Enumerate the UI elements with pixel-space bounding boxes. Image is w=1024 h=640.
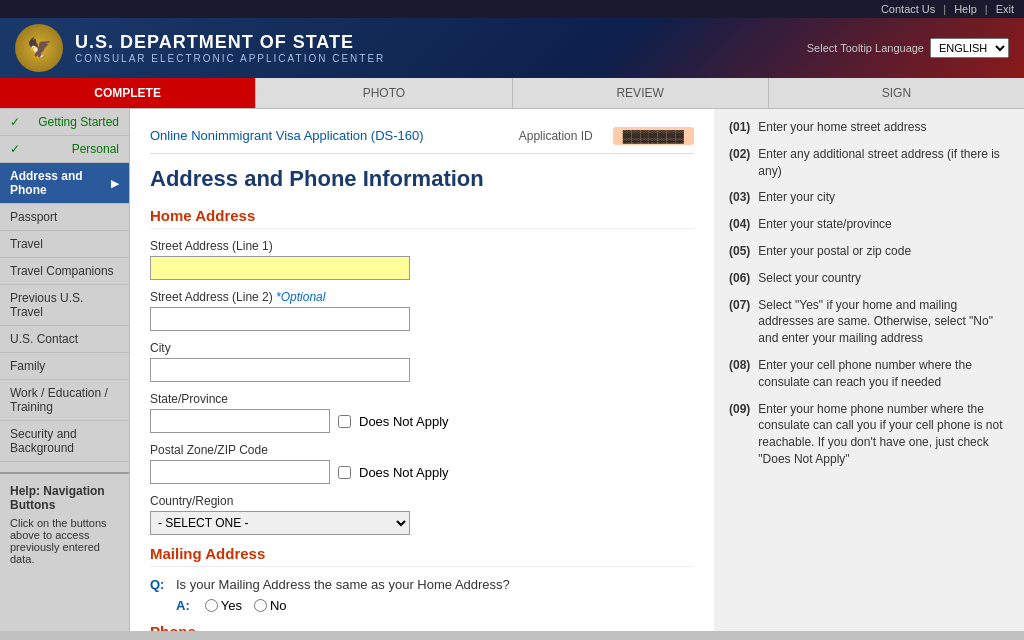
phone-section-title: Phone [150,623,694,631]
no-label: No [270,598,287,613]
tab-review[interactable]: REVIEW [513,78,769,108]
help-link[interactable]: Help [954,3,977,15]
department-name: U.S. Department of State [75,32,385,53]
country-group: Country/Region - SELECT ONE - [150,494,694,535]
mailing-address-section-title: Mailing Address [150,545,694,567]
street1-group: Street Address (Line 1) [150,239,694,280]
street1-input[interactable] [150,256,410,280]
tab-complete[interactable]: COMPLETE [0,78,256,108]
annotation-09: (09) Enter your home phone number where … [729,401,1009,468]
country-label: Country/Region [150,494,694,508]
city-label: City [150,341,694,355]
postal-does-not-apply-label: Does Not Apply [359,465,449,480]
mailing-question-text: Is your Mailing Address the same as your… [176,577,510,592]
postal-group: Postal Zone/ZIP Code Does Not Apply [150,443,694,484]
sidebar-item-personal[interactable]: Personal [0,136,129,163]
street2-group: Street Address (Line 2) *Optional [150,290,694,331]
top-bar: Contact Us | Help | Exit [0,0,1024,18]
page-header: Online Nonimmigrant Visa Application (DS… [150,119,694,154]
content-area: Online Nonimmigrant Visa Application (DS… [130,109,714,631]
annotation-06: (06) Select your country [729,270,1009,287]
arrow-icon: ▶ [111,178,119,189]
app-id-label: Application ID [519,129,593,143]
mailing-question-row: Q: Is your Mailing Address the same as y… [150,577,694,592]
tab-sign[interactable]: SIGN [769,78,1024,108]
breadcrumb: Online Nonimmigrant Visa Application (DS… [150,128,424,143]
nav-tabs: COMPLETE PHOTO REVIEW SIGN [0,78,1024,109]
state-input[interactable] [150,409,330,433]
contact-us-link[interactable]: Contact Us [881,3,935,15]
language-select[interactable]: ENGLISH [930,38,1009,58]
street2-input[interactable] [150,307,410,331]
state-does-not-apply-checkbox[interactable] [338,415,351,428]
exit-link[interactable]: Exit [996,3,1014,15]
sidebar-item-security[interactable]: Security and Background [0,421,129,462]
postal-does-not-apply-checkbox[interactable] [338,466,351,479]
annotation-05: (05) Enter your postal or zip code [729,243,1009,260]
language-selector-area: Select Tooltip Language ENGLISH [807,38,1009,58]
sidebar-help-text: Click on the buttons above to access pre… [10,517,119,565]
country-select[interactable]: - SELECT ONE - [150,511,410,535]
annotation-04: (04) Enter your state/province [729,216,1009,233]
state-does-not-apply-label: Does Not Apply [359,414,449,429]
no-radio[interactable] [254,599,267,612]
yes-option[interactable]: Yes [205,598,242,613]
annotation-08: (08) Enter your cell phone number where … [729,357,1009,391]
header: 🦅 U.S. Department of State Consular Elec… [0,18,1024,78]
city-group: City [150,341,694,382]
sidebar-item-address-phone[interactable]: Address and Phone ▶ [0,163,129,204]
annotation-07: (07) Select "Yes" if your home and maili… [729,297,1009,347]
answer-label: A: [176,598,190,613]
sidebar-item-travel[interactable]: Travel [0,231,129,258]
street2-label: Street Address (Line 2) *Optional [150,290,694,304]
sidebar-help: Help: Navigation Buttons Click on the bu… [0,472,129,575]
app-id-value: ▓▓▓▓▓▓▓ [613,127,694,145]
yes-radio[interactable] [205,599,218,612]
street1-label: Street Address (Line 1) [150,239,694,253]
home-address-section-title: Home Address [150,207,694,229]
sidebar-item-family[interactable]: Family [0,353,129,380]
sidebar-help-title: Help: Navigation Buttons [10,484,119,512]
main-layout: Getting Started Personal Address and Pho… [0,109,1024,631]
annotation-area: (01) Enter your home street address (02)… [714,109,1024,631]
language-label: Select Tooltip Language [807,42,924,54]
sidebar-item-us-contact[interactable]: U.S. Contact [0,326,129,353]
no-option[interactable]: No [254,598,287,613]
department-seal: 🦅 [15,24,63,72]
sidebar-item-passport[interactable]: Passport [0,204,129,231]
sidebar-item-work-education[interactable]: Work / Education / Training [0,380,129,421]
state-group: State/Province Does Not Apply [150,392,694,433]
annotation-01: (01) Enter your home street address [729,119,1009,136]
tab-photo[interactable]: PHOTO [256,78,512,108]
sidebar: Getting Started Personal Address and Pho… [0,109,130,631]
sidebar-item-previous-travel[interactable]: Previous U.S. Travel [0,285,129,326]
city-input[interactable] [150,358,410,382]
postal-input[interactable] [150,460,330,484]
question-label: Q: [150,577,170,592]
page-title: Address and Phone Information [150,166,694,192]
mailing-answer-row: A: Yes No [176,598,694,613]
annotation-02: (02) Enter any additional street address… [729,146,1009,180]
sidebar-item-getting-started[interactable]: Getting Started [0,109,129,136]
sidebar-item-travel-companions[interactable]: Travel Companions [0,258,129,285]
postal-label: Postal Zone/ZIP Code [150,443,694,457]
annotation-03: (03) Enter your city [729,189,1009,206]
state-label: State/Province [150,392,694,406]
mailing-radio-group: Yes No [205,598,287,613]
department-subtitle: Consular Electronic Application Center [75,53,385,64]
yes-label: Yes [221,598,242,613]
